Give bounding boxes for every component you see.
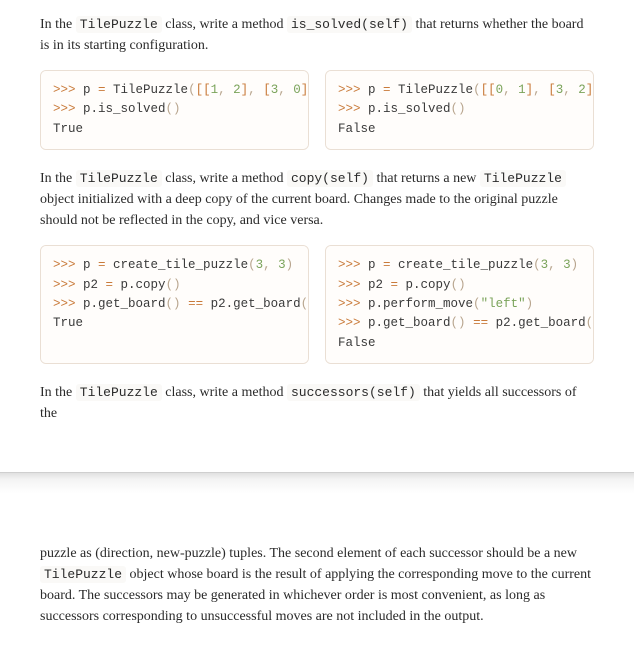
is-solved-examples: >>> p = TilePuzzle([[1, 2], [3, 0]]) >>>… <box>40 70 594 150</box>
inline-code: TilePuzzle <box>40 566 126 583</box>
inline-code: TilePuzzle <box>76 384 162 401</box>
is-solved-right-code: >>> p = TilePuzzle([[0, 1], [3, 2]]) >>>… <box>325 70 594 150</box>
copy-examples: >>> p = create_tile_puzzle(3, 3) >>> p2 … <box>40 245 594 364</box>
is-solved-left-code: >>> p = TilePuzzle([[1, 2], [3, 0]]) >>>… <box>40 70 309 150</box>
document-page-2: puzzle as (direction, new-puzzle) tuples… <box>0 529 634 665</box>
inline-code: successors(self) <box>287 384 420 401</box>
page-break <box>0 472 634 507</box>
successors-prose-top: In the TilePuzzle class, write a method … <box>40 382 594 424</box>
copy-prose: In the TilePuzzle class, write a method … <box>40 168 594 231</box>
is-solved-prose: In the TilePuzzle class, write a method … <box>40 14 594 56</box>
inline-code: copy(self) <box>287 170 373 187</box>
inline-code: TilePuzzle <box>76 16 162 33</box>
document-page: In the TilePuzzle class, write a method … <box>0 0 634 462</box>
copy-right-code: >>> p = create_tile_puzzle(3, 3) >>> p2 … <box>325 245 594 364</box>
inline-code: TilePuzzle <box>76 170 162 187</box>
inline-code: is_solved(self) <box>287 16 412 33</box>
successors-prose-bottom: puzzle as (direction, new-puzzle) tuples… <box>40 543 594 627</box>
inline-code: TilePuzzle <box>480 170 566 187</box>
copy-left-code: >>> p = create_tile_puzzle(3, 3) >>> p2 … <box>40 245 309 364</box>
